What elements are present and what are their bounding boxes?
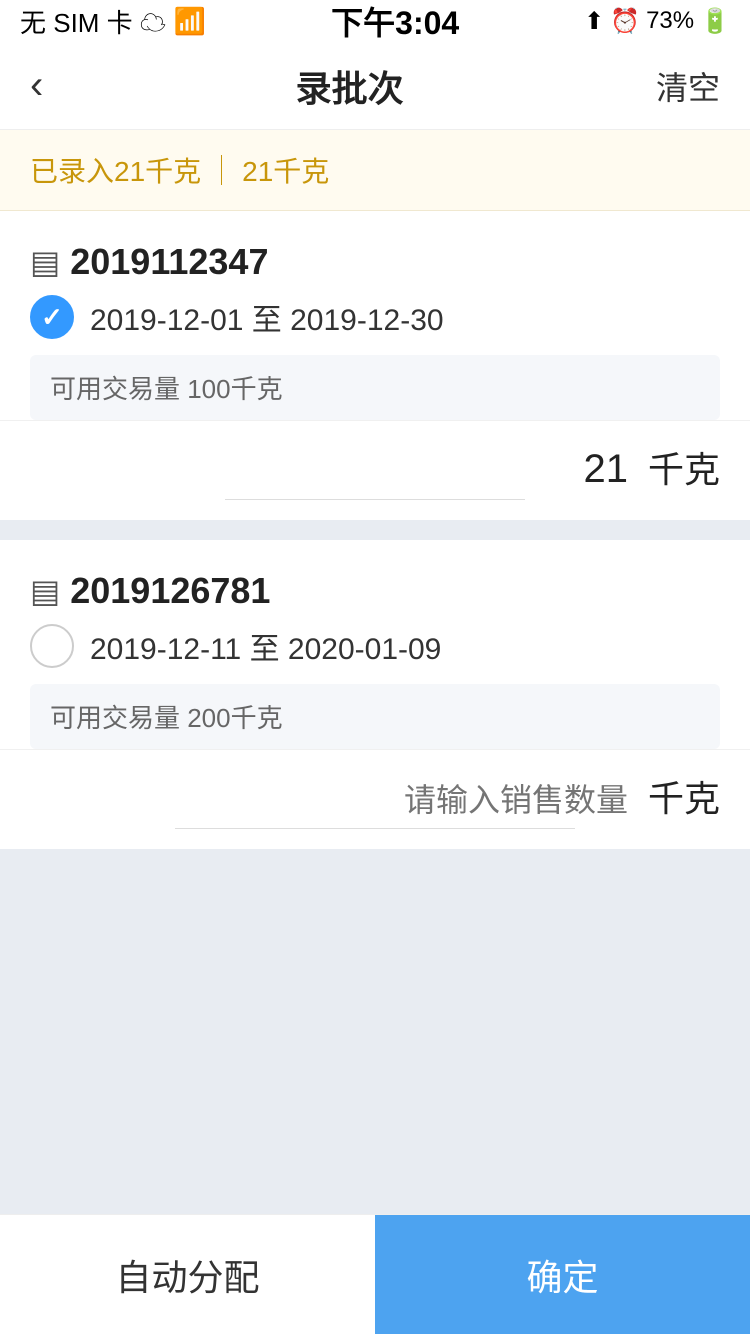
- status-time: 下午3:04: [331, 0, 459, 44]
- batch2-header: ▤ 2019126781: [30, 570, 720, 612]
- page-title: 录批次: [296, 60, 404, 112]
- wifi-icon: 📶: [174, 6, 206, 37]
- auto-distribute-button[interactable]: 自动分配: [0, 1215, 375, 1334]
- status-right: ⬆ ⏰ 73% 🔋: [584, 7, 730, 36]
- section-divider: [0, 520, 750, 540]
- batch2-unit: 千克: [648, 770, 720, 822]
- summary-divider: [221, 155, 222, 185]
- batch1-quantity-row: 21 千克: [0, 420, 750, 520]
- batch2-checkbox[interactable]: [30, 624, 74, 668]
- back-button[interactable]: ‹: [30, 63, 43, 108]
- summary-recorded: 已录入21千克: [30, 150, 201, 190]
- clear-button[interactable]: 清空: [656, 63, 720, 109]
- batch1-header: ▤ 2019112347: [30, 241, 720, 283]
- batch1-checkbox[interactable]: [30, 295, 74, 339]
- batch2-id: 2019126781: [70, 570, 270, 612]
- summary-bar: 已录入21千克 21千克: [0, 130, 750, 211]
- batch2-available: 可用交易量 200千克: [30, 684, 720, 749]
- batch1-icon: ▤: [30, 243, 60, 281]
- batch1-id: 2019112347: [70, 241, 268, 283]
- status-bar: 无 SIM 卡 ☁ 📶 下午3:04 ⬆ ⏰ 73% 🔋: [0, 0, 750, 42]
- status-left: 无 SIM 卡 ☁ 📶: [20, 3, 206, 40]
- batch-card-1: ▤ 2019112347 2019-12-01 至 2019-12-30 可用交…: [0, 211, 750, 420]
- batch2-input-divider: [175, 828, 575, 829]
- batch1-available: 可用交易量 100千克: [30, 355, 720, 420]
- batch2-input-row: 千克: [0, 749, 750, 849]
- no-sim-label: 无 SIM 卡 ☁: [20, 3, 166, 40]
- batch1-date-row: 2019-12-01 至 2019-12-30: [30, 295, 720, 339]
- battery-label: 73%: [646, 7, 694, 35]
- battery-icon: 🔋: [700, 7, 730, 36]
- batch1-quantity-value[interactable]: 21: [583, 447, 628, 492]
- batch1-quantity-divider: [225, 499, 525, 500]
- bottom-bar: 自动分配 确定: [0, 1214, 750, 1334]
- batch2-quantity-input[interactable]: [30, 782, 628, 819]
- batch2-icon: ▤: [30, 572, 60, 610]
- location-icon: ⬆: [584, 7, 604, 36]
- batch1-quantity-unit: 千克: [648, 441, 720, 493]
- batch2-date-row: 2019-12-11 至 2020-01-09: [30, 624, 720, 668]
- alarm-icon: ⏰: [610, 7, 640, 36]
- nav-bar: ‹ 录批次 清空: [0, 42, 750, 130]
- batch-card-2: ▤ 2019126781 2019-12-11 至 2020-01-09 可用交…: [0, 540, 750, 749]
- confirm-button[interactable]: 确定: [375, 1215, 750, 1334]
- summary-total: 21千克: [242, 150, 329, 190]
- batch2-date: 2019-12-11 至 2020-01-09: [90, 624, 441, 668]
- batch1-date: 2019-12-01 至 2019-12-30: [90, 295, 444, 339]
